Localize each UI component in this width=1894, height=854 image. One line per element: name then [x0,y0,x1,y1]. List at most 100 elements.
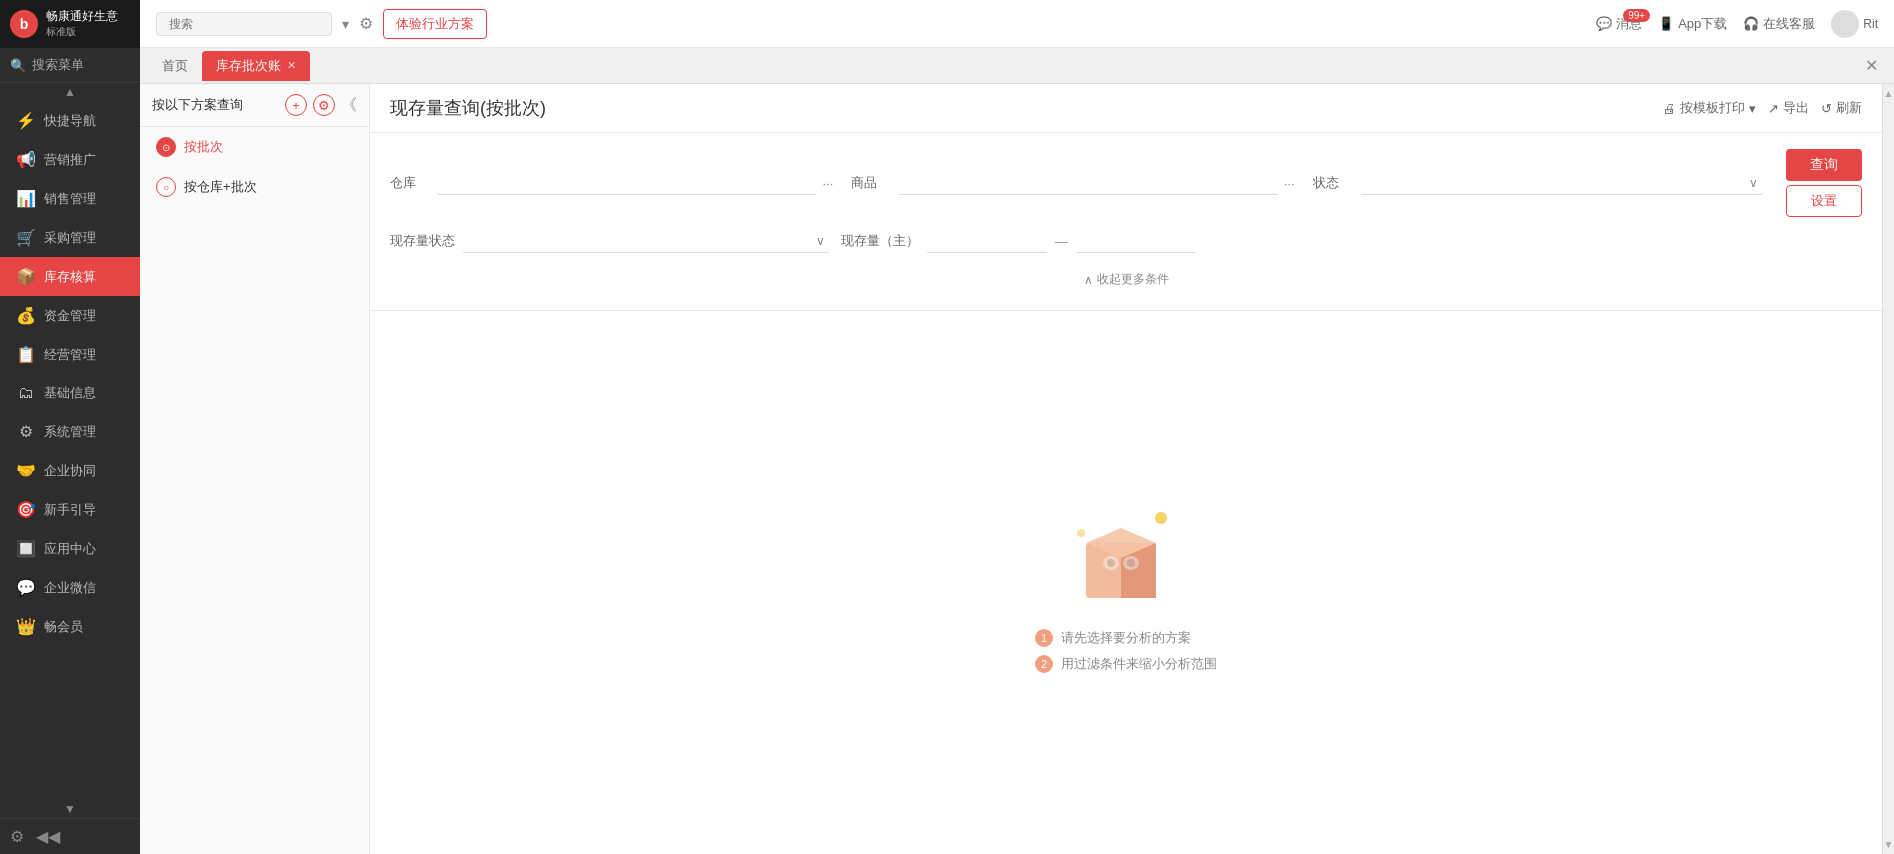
right-scrollbar: ▲ ▼ [1882,84,1894,854]
basic-icon: 🗂 [16,384,36,402]
page-title: 现存量查询(按批次) [390,96,546,120]
online-service-button[interactable]: 🎧 在线客服 [1743,15,1815,33]
tab-home[interactable]: 首页 [148,51,202,81]
guide-icon: 🎯 [16,500,36,519]
tab-close-icon[interactable]: ✕ [287,59,296,72]
messages-badge: 99+ [1623,9,1650,22]
sidebar-item-shortcut[interactable]: ⚡ 快捷导航 [0,101,140,140]
left-panel: 按以下方案查询 + ⚙ 《 ⊙ 按批次 ○ 按仓库+批次 [140,84,370,854]
topbar-gear-icon[interactable]: ⚙ [359,14,373,33]
panel-collapse-button[interactable]: 《 [341,95,357,116]
warehouse-input[interactable] [438,171,816,195]
goods-input[interactable] [899,171,1277,195]
query-button[interactable]: 查询 [1786,149,1862,181]
warehouse-label: 仓库 [390,174,430,192]
filter-dash: — [1047,234,1076,249]
sidebar-item-purchase[interactable]: 🛒 采购管理 [0,218,140,257]
goods-more-icon[interactable]: ··· [1278,174,1301,193]
messages-button[interactable]: 💬 消息 99+ [1596,15,1642,33]
sidebar-collapse-icon[interactable]: ◀◀ [36,827,60,846]
search-dropdown-icon[interactable]: ▾ [342,16,349,32]
page-title-bar: 现存量查询(按批次) 🖨 按模板打印 ▾ ↗ 导出 ↺ 刷新 [370,84,1882,133]
tab-close-page-icon[interactable]: ✕ [1857,56,1886,75]
add-scheme-button[interactable]: + [285,94,307,116]
tab-inventory-batch-label: 库存批次账 [216,57,281,75]
sidebar-item-operations[interactable]: 📋 经营管理 [0,335,140,374]
sidebar-nav: ⚡ 快捷导航 📢 营销推广 📊 销售管理 🛒 采购管理 📦 库存核算 💰 资金管… [0,101,140,800]
inventory-status-label: 现存量状态 [390,232,455,250]
title-actions: 🖨 按模板打印 ▾ ↗ 导出 ↺ 刷新 [1663,99,1862,117]
empty-step-1: 1 请先选择要分析的方案 [1035,629,1217,647]
sidebar-item-wechat[interactable]: 💬 企业微信 [0,568,140,607]
sidebar-item-label: 经营管理 [44,346,96,364]
app-logo: b [10,10,38,38]
sidebar-item-apps[interactable]: 🔲 应用中心 [0,529,140,568]
print-label: 按模板打印 [1680,99,1745,117]
topbar: ▾ ⚙ 体验行业方案 💬 消息 99+ 📱 App下载 🎧 在线客服 Rit [140,0,1894,48]
sidebar-item-inventory[interactable]: 📦 库存核算 [0,257,140,296]
step-2-text: 用过滤条件来缩小分析范围 [1061,655,1217,673]
print-dropdown-icon[interactable]: ▾ [1749,101,1756,116]
empty-state: 1 请先选择要分析的方案 2 用过滤条件来缩小分析范围 [370,311,1882,854]
phone-icon: 📱 [1658,16,1674,31]
current-qty-from[interactable] [927,229,1047,253]
sidebar-item-label: 系统管理 [44,423,96,441]
online-service-label: 在线客服 [1763,15,1815,33]
headset-icon: 🎧 [1743,16,1759,31]
scrollbar-down-button[interactable]: ▼ [1884,835,1894,854]
app-download-button[interactable]: 📱 App下载 [1658,15,1727,33]
filter-row-1: 仓库 ··· 商品 ··· 状态 [390,149,1862,217]
tab-inventory-batch[interactable]: 库存批次账 ✕ [202,51,310,81]
sidebar-item-label: 营销推广 [44,151,96,169]
current-qty-to[interactable] [1076,229,1196,253]
scheme-item-batch[interactable]: ⊙ 按批次 [140,127,369,167]
sidebar-scroll-down[interactable]: ▼ [0,800,140,818]
sidebar-scroll-up[interactable]: ▲ [0,83,140,101]
export-button[interactable]: ↗ 导出 [1768,99,1809,117]
topbar-left: ▾ ⚙ 体验行业方案 [156,9,487,39]
refresh-button[interactable]: ↺ 刷新 [1821,99,1862,117]
sidebar-item-guide[interactable]: 🎯 新手引导 [0,490,140,529]
search-label: 搜索菜单 [32,56,84,74]
inventory-status-select[interactable] [463,229,829,253]
sidebar-item-enterprise[interactable]: 🤝 企业协同 [0,451,140,490]
app-download-label: App下载 [1678,15,1727,33]
user-avatar [1831,10,1859,38]
print-icon: 🖨 [1663,101,1676,116]
sidebar-item-label: 企业微信 [44,579,96,597]
left-panel-actions: + ⚙ 《 [285,94,357,116]
sidebar-search[interactable]: 🔍 搜索菜单 [0,48,140,83]
print-button[interactable]: 🖨 按模板打印 ▾ [1663,99,1756,117]
topbar-search-input[interactable] [156,12,332,36]
sidebar-settings-icon[interactable]: ⚙ [10,827,24,846]
sidebar-header: b 畅康通好生意 标准版 [0,0,140,48]
status-select[interactable] [1361,171,1762,195]
user-profile-button[interactable]: Rit [1831,10,1878,38]
settings-button[interactable]: 设置 [1786,185,1862,217]
scrollbar-up-button[interactable]: ▲ [1884,84,1894,103]
scheme-item-warehouse-batch[interactable]: ○ 按仓库+批次 [140,167,369,207]
empty-step-2: 2 用过滤条件来缩小分析范围 [1035,655,1217,673]
collapse-condition-button[interactable]: ∧ 收起更多条件 [390,265,1862,294]
svg-point-8 [1077,529,1085,537]
plus-icon: + [292,98,300,113]
trial-button[interactable]: 体验行业方案 [383,9,487,39]
sidebar-item-label: 基础信息 [44,384,96,402]
sidebar-item-finance[interactable]: 💰 资金管理 [0,296,140,335]
filter-row-2: 现存量状态 ∨ 现存量（主） — [390,229,1862,253]
marketing-icon: 📢 [16,150,36,169]
sidebar-item-member[interactable]: 👑 畅会员 [0,607,140,646]
topbar-right: 💬 消息 99+ 📱 App下载 🎧 在线客服 Rit [1596,10,1878,38]
sidebar-item-label: 库存核算 [44,268,96,286]
export-icon: ↗ [1768,101,1779,116]
sidebar-item-sales[interactable]: 📊 销售管理 [0,179,140,218]
operations-icon: 📋 [16,345,36,364]
scheme-settings-button[interactable]: ⚙ [313,94,335,116]
sidebar-item-label: 企业协同 [44,462,96,480]
settings-icon: ⚙ [318,98,330,113]
status-label: 状态 [1313,174,1353,192]
warehouse-more-icon[interactable]: ··· [816,174,839,193]
sidebar-item-basic[interactable]: 🗂 基础信息 [0,374,140,412]
sidebar-item-marketing[interactable]: 📢 营销推广 [0,140,140,179]
sidebar-item-system[interactable]: ⚙ 系统管理 [0,412,140,451]
